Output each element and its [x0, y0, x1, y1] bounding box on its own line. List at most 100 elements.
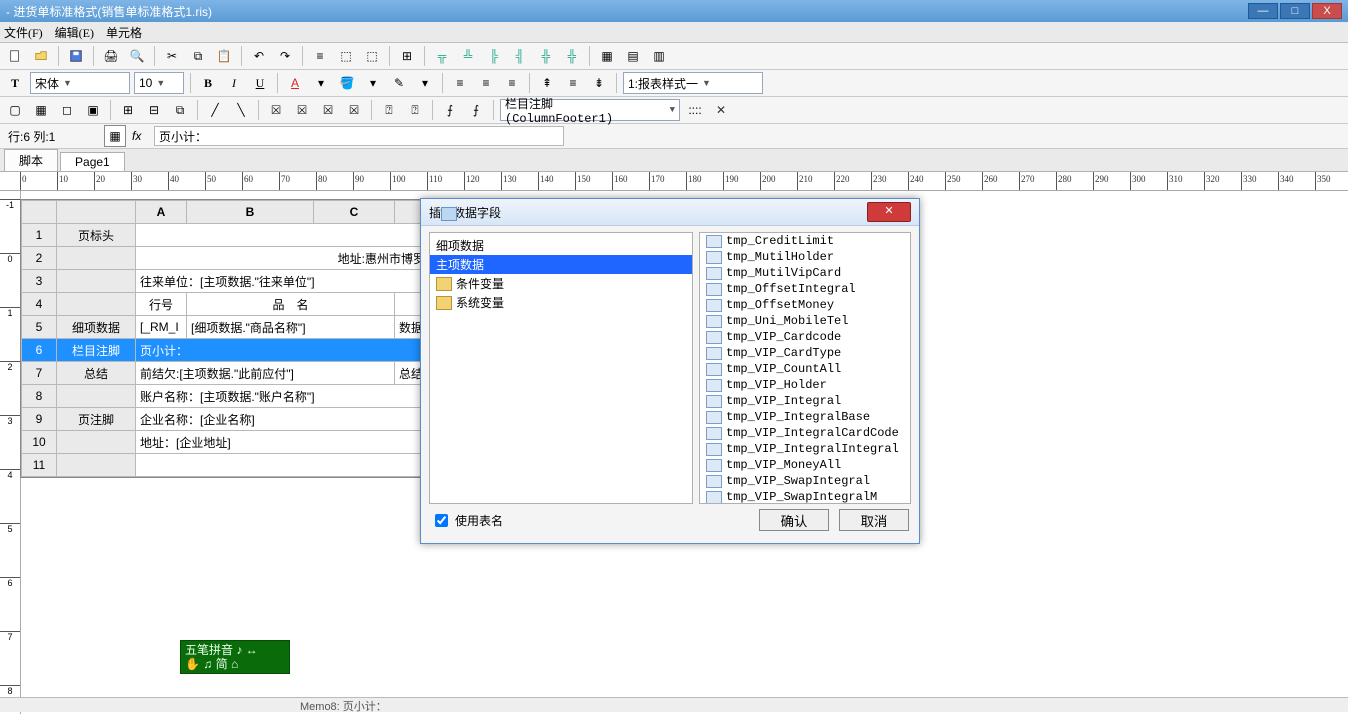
row-number[interactable]: 4 — [22, 293, 57, 316]
align-left-icon[interactable]: ≡ — [449, 72, 471, 94]
tab-page1[interactable]: Page1 — [60, 152, 125, 171]
new-icon[interactable] — [4, 45, 26, 67]
insert-field-icon[interactable]: ▦ — [104, 125, 126, 147]
row-number[interactable]: 3 — [22, 270, 57, 293]
cancel-button[interactable]: 取消 — [839, 509, 909, 531]
tab-script[interactable]: 脚本 — [4, 149, 58, 171]
field-list-item[interactable]: tmp_VIP_MoneyAll — [700, 457, 910, 473]
tree5-icon[interactable]: ╬ — [535, 45, 557, 67]
bold-button[interactable]: B — [197, 72, 219, 94]
field-list-item[interactable]: tmp_CreditLimit — [700, 233, 910, 249]
tree2-icon[interactable]: ╩ — [457, 45, 479, 67]
fn1-icon[interactable]: ⨍ — [439, 99, 461, 121]
print-icon[interactable]: 🖨 — [100, 45, 122, 67]
use-tablename-input[interactable] — [435, 514, 448, 527]
field-list-item[interactable]: tmp_VIP_Holder — [700, 377, 910, 393]
align-vert-icon[interactable]: ≡ — [309, 45, 331, 67]
valign-top-icon[interactable]: ⇞ — [536, 72, 558, 94]
cell[interactable]: 行号 — [136, 293, 187, 316]
close-button[interactable]: X — [1312, 3, 1342, 19]
cell[interactable]: [_RM_I — [136, 316, 187, 339]
font-size-combo[interactable]: 10▼ — [134, 72, 184, 94]
tree-node[interactable]: 细项数据 — [430, 236, 692, 255]
field-list-item[interactable]: tmp_VIP_IntegralCardCode — [700, 425, 910, 441]
dialog-tree[interactable]: 细项数据主项数据条件变量系统变量 — [429, 232, 693, 504]
ins-row-icon[interactable]: ⊟ — [143, 99, 165, 121]
col-A[interactable]: A — [136, 201, 187, 224]
menu-edit[interactable]: 编辑(E) — [55, 24, 94, 41]
italic-button[interactable]: I — [223, 72, 245, 94]
corner-cell[interactable] — [22, 201, 57, 224]
border-thick-icon[interactable]: ▣ — [82, 99, 104, 121]
formula-input[interactable]: 页小计： — [154, 126, 564, 146]
section-column-header[interactable] — [57, 201, 136, 224]
paste-icon[interactable]: 📋 — [213, 45, 235, 67]
design-grid[interactable]: A B C D 1 页标头 2 地址:惠州市博罗县园洲镇 3 往来单位：[主项数… — [20, 199, 479, 478]
undo-icon[interactable]: ↶ — [248, 45, 270, 67]
sect2-icon[interactable]: ⮽ — [291, 99, 313, 121]
sect4-icon[interactable]: ⮽ — [343, 99, 365, 121]
field-list-item[interactable]: tmp_VIP_CardType — [700, 345, 910, 361]
tree1-icon[interactable]: ╦ — [431, 45, 453, 67]
table-row[interactable]: 10 地址：[企业地址] — [22, 431, 478, 454]
row-number[interactable]: 8 — [22, 385, 57, 408]
field-list-item[interactable]: tmp_OffsetMoney — [700, 297, 910, 313]
col-C[interactable]: C — [314, 201, 395, 224]
copy-icon[interactable]: ⧉ — [187, 45, 209, 67]
highlight-drop-icon[interactable]: ▾ — [414, 72, 436, 94]
align-center-icon[interactable]: ≡ — [475, 72, 497, 94]
field-list-item[interactable]: tmp_Uni_MobileTel — [700, 313, 910, 329]
section-close-icon[interactable]: ✕ — [710, 99, 732, 121]
highlight-icon[interactable]: ✎ — [388, 72, 410, 94]
fill-color-drop-icon[interactable]: ▾ — [362, 72, 384, 94]
diag2-icon[interactable]: ╲ — [230, 99, 252, 121]
cell-split-icon[interactable]: ⊞ — [396, 45, 418, 67]
font-family-combo[interactable]: 宋体▼ — [30, 72, 130, 94]
table-row[interactable]: 8 账户名称：[主项数据."账户名称"] — [22, 385, 478, 408]
underline-button[interactable]: U — [249, 72, 271, 94]
valign-bot-icon[interactable]: ⇟ — [588, 72, 610, 94]
dialog-close-button[interactable]: ✕ — [867, 202, 911, 222]
align-right-icon[interactable]: ≡ — [501, 72, 523, 94]
row-number[interactable]: 9 — [22, 408, 57, 431]
col-B[interactable]: B — [187, 201, 314, 224]
field-list-item[interactable]: tmp_VIP_SwapIntegral — [700, 473, 910, 489]
table-row[interactable]: 9 页注脚 企业名称：[企业名称] — [22, 408, 478, 431]
tree-node[interactable]: 主项数据 — [430, 255, 692, 274]
dialog-titlebar[interactable]: 插入数据字段 ✕ — [421, 199, 919, 226]
fn2-icon[interactable]: ⨍ — [465, 99, 487, 121]
field-list-item[interactable]: tmp_VIP_Integral — [700, 393, 910, 409]
field-list-item[interactable]: tmp_VIP_IntegralBase — [700, 409, 910, 425]
table-row[interactable]: 3 往来单位：[主项数据."往来单位"] — [22, 270, 478, 293]
menu-cell[interactable]: 单元格 — [106, 24, 142, 41]
field-list-item[interactable]: tmp_OffsetIntegral — [700, 281, 910, 297]
table-row[interactable]: 7 总结 前结欠:[主项数据."此前应付"] 总结欠:[主项 — [22, 362, 478, 385]
valign-mid-icon[interactable]: ≡ — [562, 72, 584, 94]
row-number[interactable]: 7 — [22, 362, 57, 385]
section-combo[interactable]: 栏目注脚 (ColumnFooter1)▼ — [500, 99, 680, 121]
preview-icon[interactable]: 🔍 — [126, 45, 148, 67]
redo-icon[interactable]: ↷ — [274, 45, 296, 67]
font-color-icon[interactable]: A — [284, 72, 306, 94]
row-number[interactable]: 1 — [22, 224, 57, 247]
ungroup-icon[interactable]: ⬚ — [361, 45, 383, 67]
table-row[interactable]: 2 地址:惠州市博罗县园洲镇 — [22, 247, 478, 270]
maximize-button[interactable]: □ — [1280, 3, 1310, 19]
merge-icon[interactable]: ⧉ — [169, 99, 191, 121]
tree3-icon[interactable]: ╠ — [483, 45, 505, 67]
border-out-icon[interactable]: ▢ — [4, 99, 26, 121]
dialog-field-list[interactable]: tmp_CreditLimittmp_MutilHoldertmp_MutilV… — [699, 232, 911, 504]
table-row[interactable]: 11 — [22, 454, 478, 477]
table-row[interactable]: 4 行号 品 名 颜色 — [22, 293, 478, 316]
sect1-icon[interactable]: ⮽ — [265, 99, 287, 121]
ins-col-icon[interactable]: ⊞ — [117, 99, 139, 121]
field-list-item[interactable]: tmp_MutilVipCard — [700, 265, 910, 281]
row-number[interactable]: 5 — [22, 316, 57, 339]
row-number[interactable]: 6 — [22, 339, 57, 362]
cell[interactable]: 前结欠:[主项数据."此前应付"] — [136, 362, 395, 385]
row-number[interactable]: 10 — [22, 431, 57, 454]
tree-node[interactable]: 系统变量 — [430, 293, 692, 312]
menu-file[interactable]: 文件(F) — [4, 24, 43, 41]
field-list-item[interactable]: tmp_VIP_CountAll — [700, 361, 910, 377]
field-list-item[interactable]: tmp_MutilHolder — [700, 249, 910, 265]
